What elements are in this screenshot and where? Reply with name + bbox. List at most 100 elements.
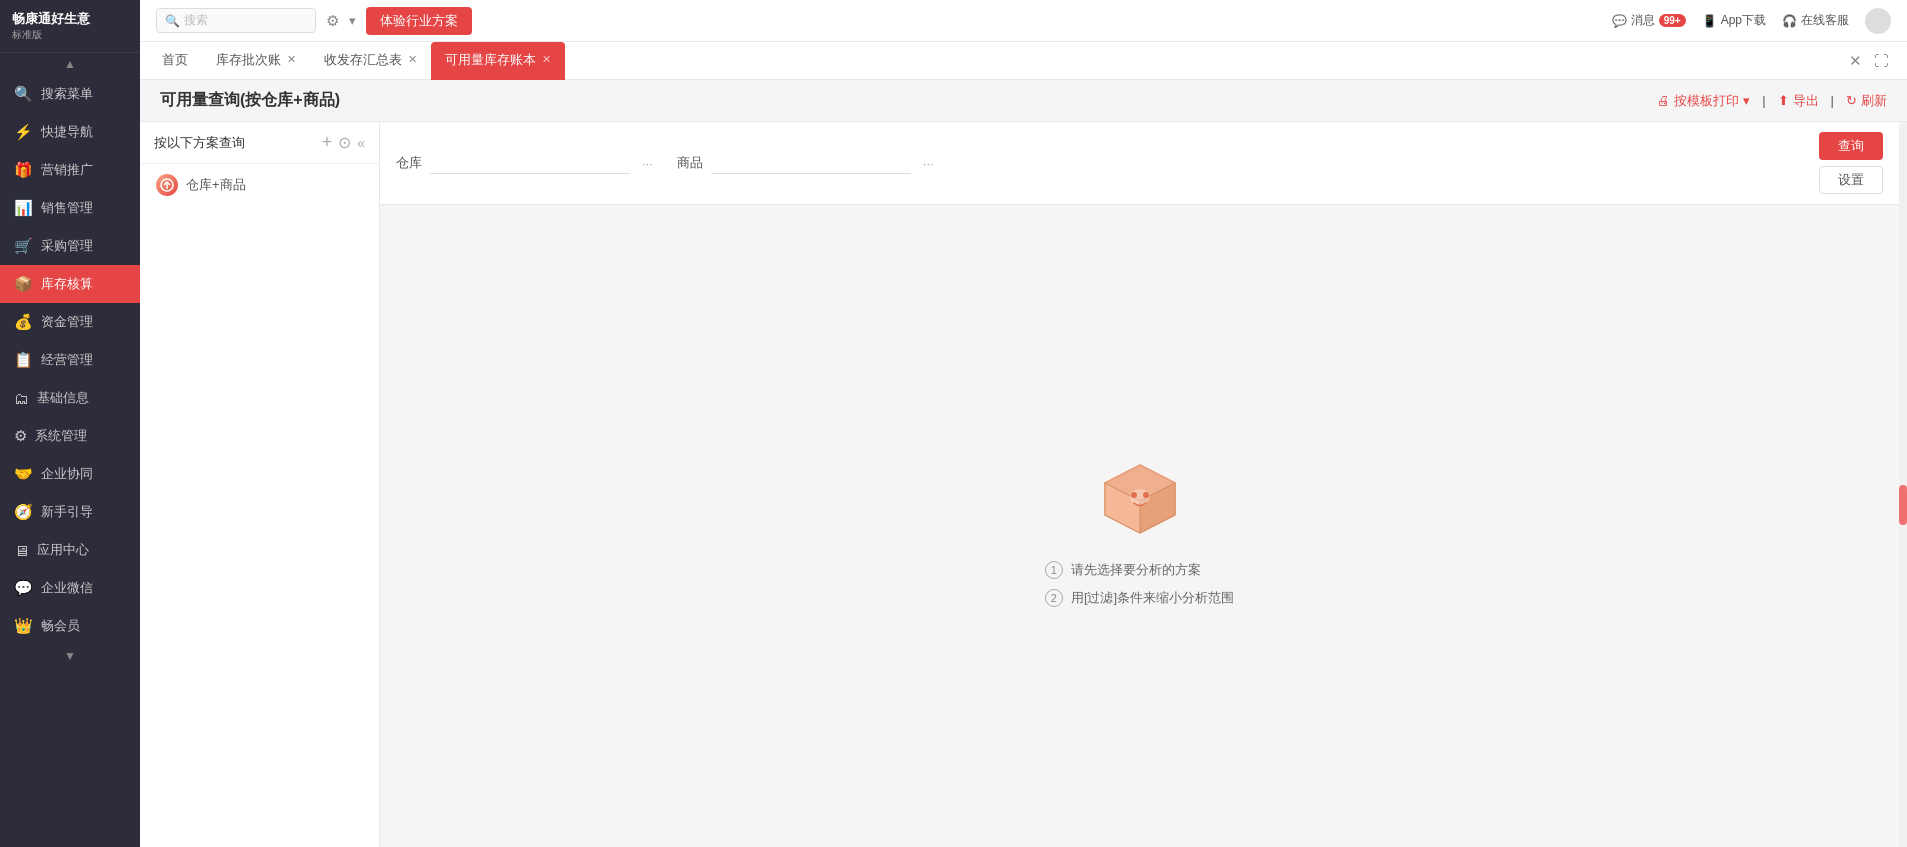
sidebar-item-purchase[interactable]: 🛒 采购管理	[0, 227, 140, 265]
topbar: 🔍 搜索 ⚙ ▾ 体验行业方案 💬 消息 99+ 📱 App下载 🎧 在线客服	[140, 0, 1907, 42]
sidebar-scroll-up[interactable]: ▲	[0, 53, 140, 75]
sidebar-item-label: 采购管理	[41, 237, 93, 255]
sidebar-item-member[interactable]: 👑 畅会员	[0, 607, 140, 645]
online-service-button[interactable]: 🎧 在线客服	[1782, 12, 1849, 29]
sidebar-item-label: 应用中心	[37, 541, 89, 559]
app-download-button[interactable]: 📱 App下载	[1702, 12, 1766, 29]
print-action[interactable]: 🖨 按模板打印 ▾	[1657, 92, 1750, 110]
tab-close-window-icon[interactable]: ✕	[1847, 50, 1864, 72]
search-icon: 🔍	[165, 14, 180, 28]
sidebar-item-label: 企业微信	[41, 579, 93, 597]
print-chevron-icon[interactable]: ▾	[1743, 93, 1750, 108]
warehouse-label: 仓库	[396, 154, 422, 172]
tab-available[interactable]: 可用量库存账本 ✕	[431, 42, 565, 80]
empty-box-svg	[1090, 445, 1190, 545]
sidebar-item-wechat[interactable]: 💬 企业微信	[0, 569, 140, 607]
sidebar-item-newbie[interactable]: 🧭 新手引导	[0, 493, 140, 531]
sidebar-scroll-down[interactable]: ▼	[0, 645, 140, 667]
refresh-action[interactable]: ↻ 刷新	[1846, 92, 1887, 110]
sidebar-item-quicknav[interactable]: ⚡ 快捷导航	[0, 113, 140, 151]
filter-settings-icon[interactable]: ⊙	[338, 133, 351, 152]
app-logo: 畅康通好生意 标准版	[0, 0, 140, 53]
cart-icon: 🛒	[14, 237, 33, 255]
filter-collapse-icon[interactable]: «	[357, 135, 365, 151]
box-icon: 📦	[14, 275, 33, 293]
sidebar-item-operations[interactable]: 📋 经营管理	[0, 341, 140, 379]
tab-batch-label: 库存批次账	[216, 51, 281, 69]
separator: |	[1762, 93, 1765, 108]
hint-text-1: 请先选择要分析的方案	[1071, 561, 1201, 579]
app-subtitle: 标准版	[12, 28, 128, 42]
lightning-icon: ⚡	[14, 123, 33, 141]
user-avatar[interactable]	[1865, 8, 1891, 34]
refresh-icon: ↻	[1846, 93, 1857, 108]
monitor-icon: 🖥	[14, 542, 29, 559]
tab-batch[interactable]: 库存批次账 ✕	[202, 42, 310, 80]
print-icon: 🖨	[1657, 93, 1670, 108]
scrollbar-thumb	[1899, 485, 1907, 525]
bell-icon: 💬	[1612, 14, 1627, 28]
tab-available-close-icon[interactable]: ✕	[542, 53, 551, 66]
product-more-button[interactable]: ···	[919, 154, 938, 173]
chat-icon: 💬	[14, 579, 33, 597]
clipboard-icon: 📋	[14, 351, 33, 369]
filter-header-label: 按以下方案查询	[154, 134, 245, 152]
export-action[interactable]: ⬆ 导出	[1778, 92, 1819, 110]
message-badge: 99+	[1659, 14, 1686, 27]
filter-panel: 按以下方案查询 + ⊙ « 仓库+商品	[140, 122, 380, 847]
folder-icon: 🗂	[14, 390, 29, 407]
warehouse-filter-group: 仓库 ···	[396, 152, 657, 174]
sidebar-item-enterprise[interactable]: 🤝 企业协同	[0, 455, 140, 493]
refresh-label: 刷新	[1861, 92, 1887, 110]
sidebar-item-basic[interactable]: 🗂 基础信息	[0, 379, 140, 417]
search-placeholder: 搜索	[184, 12, 208, 29]
app-title: 畅康通好生意	[12, 10, 128, 28]
sidebar-item-label: 经营管理	[41, 351, 93, 369]
sidebar-item-label: 搜索菜单	[41, 85, 93, 103]
tab-home[interactable]: 首页	[148, 42, 202, 80]
empty-image	[1090, 445, 1190, 545]
sidebar-item-sales[interactable]: 📊 销售管理	[0, 189, 140, 227]
sidebar-item-label: 营销推广	[41, 161, 93, 179]
dropdown-chevron-icon[interactable]: ▾	[349, 13, 356, 28]
empty-hint-1: 1 请先选择要分析的方案	[1045, 561, 1234, 579]
page-header: 可用量查询(按仓库+商品) 🖨 按模板打印 ▾ | ⬆ 导出 | ↻ 刷新	[140, 80, 1907, 122]
hint-text-2: 用[过滤]条件来缩小分析范围	[1071, 589, 1234, 607]
sidebar-item-label: 系统管理	[35, 427, 87, 445]
gift-icon: 🎁	[14, 161, 33, 179]
sidebar-item-system[interactable]: ⚙ 系统管理	[0, 417, 140, 455]
sidebar-item-marketing[interactable]: 🎁 营销推广	[0, 151, 140, 189]
hint-num-1: 1	[1045, 561, 1063, 579]
warehouse-input[interactable]	[430, 152, 630, 174]
settings-button[interactable]: 设置	[1819, 166, 1883, 194]
sidebar-item-inventory[interactable]: 📦 库存核算	[0, 265, 140, 303]
industry-solution-button[interactable]: 体验行业方案	[366, 7, 472, 35]
crown-icon: 👑	[14, 617, 33, 635]
sidebar-item-finance[interactable]: 💰 资金管理	[0, 303, 140, 341]
right-scrollbar[interactable]	[1899, 122, 1907, 847]
search-box[interactable]: 🔍 搜索	[156, 8, 316, 33]
main-area: 🔍 搜索 ⚙ ▾ 体验行业方案 💬 消息 99+ 📱 App下载 🎧 在线客服	[140, 0, 1907, 847]
warehouse-more-button[interactable]: ···	[638, 154, 657, 173]
tab-summary-close-icon[interactable]: ✕	[408, 53, 417, 66]
filter-add-icon[interactable]: +	[322, 132, 333, 153]
sidebar-item-appcenter[interactable]: 🖥 应用中心	[0, 531, 140, 569]
query-button[interactable]: 查询	[1819, 132, 1883, 160]
chart-icon: 📊	[14, 199, 33, 217]
tab-batch-close-icon[interactable]: ✕	[287, 53, 296, 66]
product-filter-group: 商品 ···	[677, 152, 938, 174]
handshake-icon: 🤝	[14, 465, 33, 483]
content-area: 按以下方案查询 + ⊙ « 仓库+商品	[140, 122, 1907, 847]
product-input[interactable]	[711, 152, 911, 174]
print-label: 按模板打印	[1674, 92, 1739, 110]
product-label: 商品	[677, 154, 703, 172]
tab-maximize-icon[interactable]: ⛶	[1872, 50, 1891, 71]
tab-summary[interactable]: 收发存汇总表 ✕	[310, 42, 431, 80]
sidebar-item-search[interactable]: 🔍 搜索菜单	[0, 75, 140, 113]
message-label: 消息	[1631, 12, 1655, 29]
filter-header: 按以下方案查询 + ⊙ «	[140, 122, 379, 164]
export-icon: ⬆	[1778, 93, 1789, 108]
gear-icon[interactable]: ⚙	[326, 12, 339, 30]
message-button[interactable]: 💬 消息 99+	[1612, 12, 1686, 29]
filter-item-warehouse-product[interactable]: 仓库+商品	[140, 164, 379, 206]
